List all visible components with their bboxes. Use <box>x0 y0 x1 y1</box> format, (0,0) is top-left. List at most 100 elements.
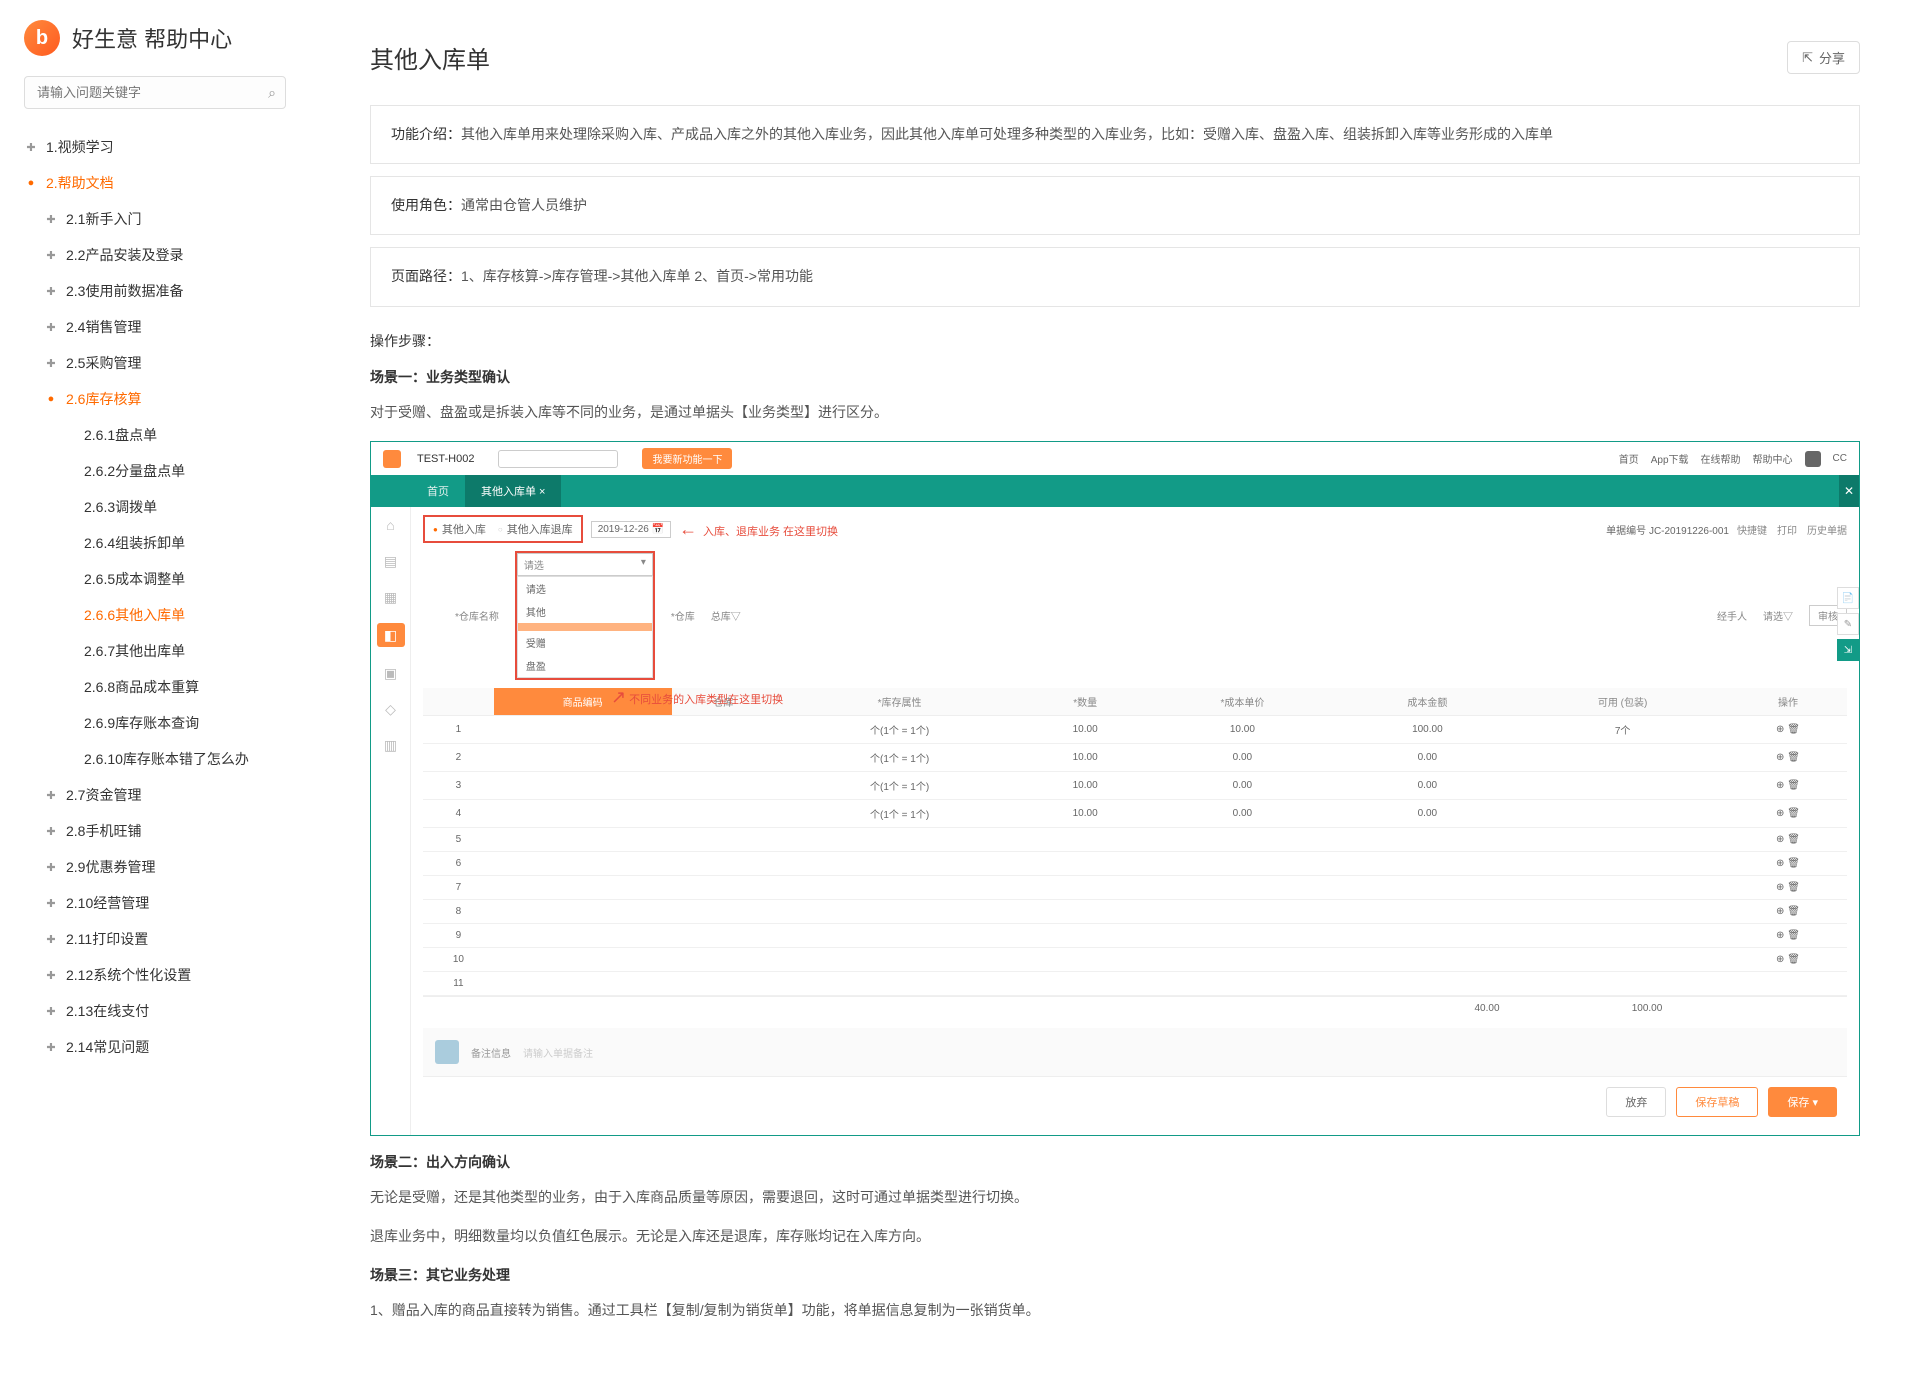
ss-row: 3个(1个 = 1个)10.000.000.00⊕ 🗑 <box>423 772 1847 800</box>
ss-logo-icon <box>383 450 401 468</box>
search-icon[interactable]: ⌕ <box>268 84 276 101</box>
ss-radio-return: 其他入库退库 <box>498 521 573 537</box>
nav-label: 2.帮助文档 <box>46 173 114 193</box>
plus-icon: ✚ <box>44 968 58 982</box>
plus-icon: ✚ <box>44 284 58 298</box>
nav-label: 2.5采购管理 <box>66 353 141 373</box>
ss-link-history: 历史单据 <box>1807 522 1847 537</box>
ss-tool-icon: ✎ <box>1837 613 1859 635</box>
nav-label: 2.8手机旺铺 <box>66 821 141 841</box>
ss-handler-label: 经手人 <box>1717 608 1747 623</box>
search-container: ⌕ <box>24 76 286 109</box>
nav-label: 2.6.3调拨单 <box>84 497 157 517</box>
nav-item-2-7[interactable]: ✚ 2.7资金管理 <box>24 777 286 813</box>
share-icon: ⇱ <box>1802 50 1813 66</box>
ss-chevron-icon: ▾ <box>641 557 646 572</box>
nav-item-2-5[interactable]: ✚2.5采购管理 <box>24 345 286 381</box>
ss-th-amount: 成本金额 <box>1339 688 1517 716</box>
nav-label: 2.7资金管理 <box>66 785 141 805</box>
nav-item-2-6-6[interactable]: 2.6.6其他入库单 <box>24 597 286 633</box>
scene2-text1: 无论是受赠，还是其他类型的业务，由于入库商品质量等原因，需要退回，这时可通过单据… <box>370 1184 1860 1211</box>
nav-item-2-2[interactable]: ✚2.2产品安装及登录 <box>24 237 286 273</box>
nav-label: 2.6.8商品成本重算 <box>84 677 199 697</box>
ss-tool-icon: ⇲ <box>1837 639 1859 661</box>
nav-item-2-6[interactable]: ●2.6库存核算 <box>24 381 286 417</box>
nav-item-2-4[interactable]: ✚2.4销售管理 <box>24 309 286 345</box>
ss-side-box-icon: ▣ <box>381 663 401 683</box>
nav-item-2-1[interactable]: ✚2.1新手入门 <box>24 201 286 237</box>
nav-label: 2.9优惠券管理 <box>66 857 155 877</box>
nav-item-video[interactable]: ✚1.视频学习 <box>24 129 286 165</box>
ss-warehouse2-value: 总库▽ <box>711 608 741 623</box>
ss-tab-doc: 其他入库单 × <box>465 475 561 507</box>
nav-item-docs[interactable]: ●2.帮助文档 <box>24 165 286 201</box>
ss-top-right: 首页 App下载 在线帮助 帮助中心 CC <box>1619 451 1847 467</box>
ss-draft-button: 保存草稿 <box>1676 1087 1758 1117</box>
nav-item-2-6-4[interactable]: 2.6.4组装拆卸单 <box>24 525 286 561</box>
nav-item-2-10[interactable]: ✚2.10经营管理 <box>24 885 286 921</box>
intro-text: 其他入库单用来处理除采购入库、产成品入库之外的其他入库业务，因此其他入库单可处理… <box>461 126 1553 142</box>
nav-item-2-8[interactable]: ✚ 2.8手机旺铺 <box>24 813 286 849</box>
ss-row: 5⊕ 🗑 <box>423 828 1847 852</box>
page-title: 其他入库单 <box>370 40 490 75</box>
nav-label: 2.14常见问题 <box>66 1037 149 1057</box>
nav-label: 2.6.10库存账本错了怎么办 <box>84 749 249 769</box>
logo-icon: b <box>24 20 60 56</box>
ss-remark-label: 备注信息 <box>471 1045 511 1060</box>
ss-table: 商品编码 仓库 *库存属性 *数量 *成本单价 成本金额 可用 (包装) 操作 … <box>423 688 1847 996</box>
main-content: 其他入库单 ⇱分享 功能介绍：其他入库单用来处理除采购入库、产成品入库之外的其他… <box>310 0 1920 1376</box>
plus-icon: ✚ <box>44 248 58 262</box>
ss-discard-button: 放弃 <box>1606 1087 1666 1117</box>
page-header: 其他入库单 ⇱分享 <box>370 40 1860 75</box>
ss-search-input <box>498 450 618 468</box>
ss-row: 8⊕ 🗑 <box>423 900 1847 924</box>
ss-arrow-icon: ← <box>679 519 697 540</box>
nav-item-2-11[interactable]: ✚2.11打印设置 <box>24 921 286 957</box>
ss-dd-item-hover <box>518 623 652 631</box>
scene2-text2: 退库业务中，明细数量均以负值红色展示。无论是入库还是退库，库存账均记在入库方向。 <box>370 1223 1860 1250</box>
ss-doc-no-label: 单据编号 <box>1606 526 1646 537</box>
ss-side-active-icon: ◧ <box>377 623 405 647</box>
scene1-title: 场景一：业务类型确认 <box>370 367 1860 387</box>
plus-icon: ✚ <box>44 824 58 838</box>
role-text: 通常由仓管人员维护 <box>461 197 587 213</box>
nav-item-2-6-10[interactable]: 2.6.10库存账本错了怎么办 <box>24 741 286 777</box>
ss-right-tools: 📄 ✎ ⇲ <box>1837 587 1859 661</box>
ss-th-avail: 可用 (包装) <box>1516 688 1729 716</box>
nav-item-2-6-2[interactable]: 2.6.2分量盘点单 <box>24 453 286 489</box>
nav-label: 2.6库存核算 <box>66 389 141 409</box>
nav-label: 2.3使用前数据准备 <box>66 281 183 301</box>
plus-icon: ✚ <box>44 860 58 874</box>
share-button[interactable]: ⇱分享 <box>1787 41 1860 74</box>
scene3-title: 场景三：其它业务处理 <box>370 1265 1860 1285</box>
plus-icon: ✚ <box>44 788 58 802</box>
nav-item-2-6-7[interactable]: 2.6.7其他出库单 <box>24 633 286 669</box>
ss-remark-icon <box>435 1040 459 1064</box>
nav-item-2-3[interactable]: ✚ 2.3使用前数据准备 <box>24 273 286 309</box>
ss-side-home-icon: ⌂ <box>381 515 401 535</box>
nav-item-2-6-9[interactable]: 2.6.9库存账本查询 <box>24 705 286 741</box>
ss-footer: 放弃 保存草稿 保存 ▾ <box>423 1076 1847 1127</box>
nav-item-2-9[interactable]: ✚ 2.9优惠券管理 <box>24 849 286 885</box>
nav-item-2-6-5[interactable]: 2.6.5成本调整单 <box>24 561 286 597</box>
ss-username: CC <box>1833 453 1847 464</box>
ss-radio-in: 其他入库 <box>433 521 486 537</box>
ss-tab-label: 其他入库单 <box>481 486 536 498</box>
ss-dd-item: 受赠 <box>518 631 652 654</box>
nav-item-2-6-8[interactable]: 2.6.8商品成本重算 <box>24 669 286 705</box>
nav-item-2-12[interactable]: ✚2.12系统个性化设置 <box>24 957 286 993</box>
nav-item-2-14[interactable]: ✚2.14常见问题 <box>24 1029 286 1065</box>
ss-link-express: 快捷键 <box>1737 522 1767 537</box>
nav-item-2-6-3[interactable]: 2.6.3调拨单 <box>24 489 286 525</box>
nav-label: 2.10经营管理 <box>66 893 149 913</box>
nav-item-2-6-1[interactable]: 2.6.1盘点单 <box>24 417 286 453</box>
nav-item-2-13[interactable]: ✚2.13在线支付 <box>24 993 286 1029</box>
sidebar: b 好生意 帮助中心 ⌕ ✚1.视频学习 ●2.帮助文档 ✚2.1新手入门 ✚2… <box>0 0 310 1376</box>
plus-icon: ✚ <box>44 320 58 334</box>
nav-label: 2.6.6其他入库单 <box>84 605 185 625</box>
path-box: 页面路径：1、库存核算->库存管理->其他入库单 2、首页->常用功能 <box>370 247 1860 306</box>
ss-avatar-icon <box>1805 451 1821 467</box>
ss-home-link: 首页 <box>1619 451 1639 466</box>
search-input[interactable] <box>24 76 286 109</box>
nav-label: 2.11打印设置 <box>66 929 148 949</box>
